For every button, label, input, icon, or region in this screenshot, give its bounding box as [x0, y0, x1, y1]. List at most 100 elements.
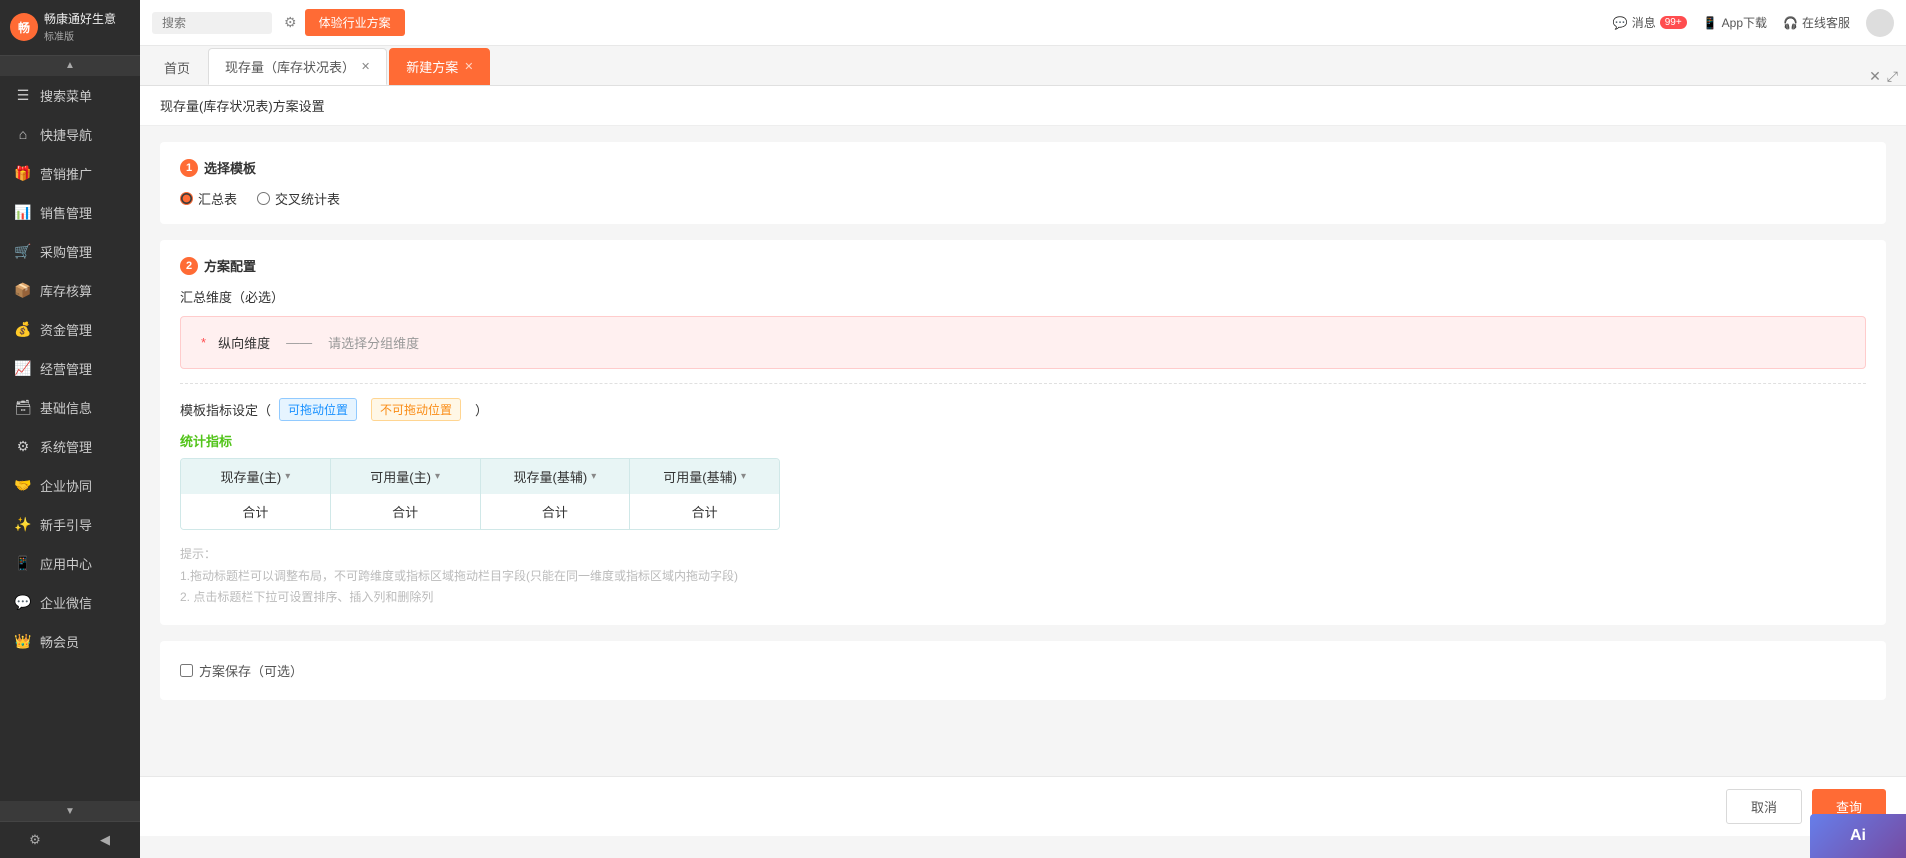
sidebar-item-label: 经营管理 — [40, 359, 92, 378]
sidebar-item-search-menu[interactable]: ☰ 搜索菜单 — [0, 76, 140, 115]
sidebar-item-label: 搜索菜单 — [40, 86, 92, 105]
database-icon: 🗃 — [14, 399, 32, 416]
sidebar-item-label: 畅会员 — [40, 632, 79, 651]
app-download-label: App下载 — [1722, 14, 1767, 31]
tip-2: 2. 点击标题栏下拉可设置排序、插入列和删除列 — [180, 587, 1866, 609]
tab-inventory-close[interactable]: ✕ — [361, 60, 370, 73]
sidebar-footer-collapse[interactable]: ◀ — [70, 822, 140, 858]
col2-chevron-icon: ▾ — [435, 471, 440, 482]
topbar: ⚙ 体验行业方案 💬 消息 99+ 📱 App下载 🎧 在线客服 — [140, 0, 1906, 46]
step2-section: 2 方案配置 汇总维度（必选） * 纵向维度 —— 请选择分组维度 — [160, 240, 1886, 625]
sidebar-item-basic[interactable]: 🗃 基础信息 — [0, 388, 140, 427]
stats-section: 统计指标 现存量(主) ▾ 可用量(主) ▾ — [180, 431, 1866, 530]
topbar-right: 💬 消息 99+ 📱 App下载 🎧 在线客服 — [1613, 9, 1894, 37]
message-icon: 💬 — [1613, 16, 1628, 30]
col4-chevron-icon: ▾ — [741, 471, 746, 482]
cart-icon: 🛒 — [14, 243, 32, 260]
search-menu-icon: ☰ — [14, 87, 32, 104]
user-avatar[interactable] — [1866, 9, 1894, 37]
customer-service-button[interactable]: 🎧 在线客服 — [1783, 14, 1850, 31]
dimension-dash: —— — [286, 335, 312, 350]
sidebar-item-system[interactable]: ⚙ 系统管理 — [0, 427, 140, 466]
col3-chevron-icon: ▾ — [591, 471, 596, 482]
indicator-settings: 模板指标设定（ 可拖动位置 不可拖动位置 ） 统计指标 现存量(主) ▾ — [180, 398, 1866, 530]
expand-window-icon[interactable]: ⤢ — [1887, 68, 1898, 85]
sidebar-item-label: 系统管理 — [40, 437, 92, 456]
tab-home-label: 首页 — [164, 58, 190, 77]
sidebar-scroll-up[interactable]: ▲ — [0, 56, 140, 76]
app-download-button[interactable]: 📱 App下载 — [1703, 14, 1767, 31]
tab-new-scheme-close[interactable]: ✕ — [464, 60, 473, 73]
messages-button[interactable]: 💬 消息 99+ — [1613, 14, 1687, 31]
bottom-actions: 取消 查询 — [140, 776, 1906, 836]
sidebar-item-inventory[interactable]: 📦 库存核算 — [0, 271, 140, 310]
ai-button-label: Ai — [1850, 827, 1866, 845]
save-checkbox[interactable] — [180, 664, 193, 677]
tab-inventory-status[interactable]: 现存量（库存状况表） ✕ — [208, 48, 387, 85]
sidebar-item-label: 基础信息 — [40, 398, 92, 417]
save-option-label[interactable]: 方案保存（可选） — [180, 651, 1866, 690]
operations-icon: 📈 — [14, 360, 32, 377]
stats-col4-label: 可用量(基辅) — [663, 467, 737, 486]
stats-col3-value: 合计 — [481, 494, 631, 529]
sidebar-item-quick-nav[interactable]: ⌂ 快捷导航 — [0, 115, 140, 154]
tab-home[interactable]: 首页 — [148, 50, 206, 85]
radio-summary[interactable]: 汇总表 — [180, 189, 237, 208]
sidebar-item-newbie[interactable]: ✨ 新手引导 — [0, 505, 140, 544]
logo-icon: 畅 — [10, 13, 38, 41]
logo-text-block: 畅康通好生意 标准版 — [44, 12, 116, 43]
sidebar-item-app-center[interactable]: 📱 应用中心 — [0, 544, 140, 583]
logo-app-name: 畅康通好生意 — [44, 12, 116, 28]
sidebar-item-label: 资金管理 — [40, 320, 92, 339]
sidebar-item-marketing[interactable]: 🎁 营销推广 — [0, 154, 140, 193]
sidebar-scroll-down[interactable]: ▼ — [0, 801, 140, 821]
stats-col2-label: 可用量(主) — [370, 467, 431, 486]
sidebar-item-finance[interactable]: 💰 资金管理 — [0, 310, 140, 349]
radio-cross-label: 交叉统计表 — [275, 189, 340, 208]
panel-header: 现存量(库存状况表)方案设置 — [140, 86, 1906, 126]
panel-body: 1 选择模板 汇总表 交叉统计表 2 — [140, 126, 1906, 776]
experience-button[interactable]: 体验行业方案 — [305, 9, 405, 36]
gear-icon[interactable]: ⚙ — [284, 14, 297, 31]
stats-col3-header[interactable]: 现存量(基辅) ▾ — [481, 459, 631, 494]
dimension-field-row: * 纵向维度 —— 请选择分组维度 — [201, 333, 1845, 352]
sidebar-item-operations[interactable]: 📈 经营管理 — [0, 349, 140, 388]
stats-header-row: 现存量(主) ▾ 可用量(主) ▾ 现存量(基辅) ▾ — [181, 459, 779, 494]
sidebar-item-sales[interactable]: 📊 销售管理 — [0, 193, 140, 232]
radio-summary-label: 汇总表 — [198, 189, 237, 208]
radio-cross-input[interactable] — [257, 192, 270, 205]
stats-col4-header[interactable]: 可用量(基辅) ▾ — [630, 459, 779, 494]
sidebar-item-vip[interactable]: 👑 畅会员 — [0, 622, 140, 661]
radio-summary-input[interactable] — [180, 192, 193, 205]
required-dimension-area: * 纵向维度 —— 请选择分组维度 — [180, 316, 1866, 369]
tips-title: 提示： — [180, 547, 216, 561]
tab-new-scheme[interactable]: 新建方案 ✕ — [389, 48, 490, 85]
step1-title: 1 选择模板 — [180, 158, 1866, 177]
sidebar: 畅 畅康通好生意 标准版 ▲ ☰ 搜索菜单 ⌂ 快捷导航 🎁 营销推广 📊 销售… — [0, 0, 140, 858]
tips-section: 提示： 1.拖动标题栏可以调整布局，不可跨维度或指标区域拖动栏目字段(只能在同一… — [180, 544, 1866, 609]
stats-col1-header[interactable]: 现存量(主) ▾ — [181, 459, 331, 494]
dimension-placeholder[interactable]: 请选择分组维度 — [328, 333, 419, 352]
sidebar-item-wechat[interactable]: 💬 企业微信 — [0, 583, 140, 622]
sidebar-footer-settings[interactable]: ⚙ — [0, 822, 70, 858]
sidebar-nav: ☰ 搜索菜单 ⌂ 快捷导航 🎁 营销推广 📊 销售管理 🛒 采购管理 📦 库存核… — [0, 76, 140, 801]
step1-section: 1 选择模板 汇总表 交叉统计表 — [160, 142, 1886, 224]
download-icon: 📱 — [1703, 16, 1718, 30]
search-input[interactable] — [152, 12, 272, 34]
stats-col2-header[interactable]: 可用量(主) ▾ — [331, 459, 481, 494]
cancel-button[interactable]: 取消 — [1726, 789, 1802, 824]
handshake-icon: 🤝 — [14, 477, 32, 494]
sidebar-item-label: 新手引导 — [40, 515, 92, 534]
sidebar-item-cooperation[interactable]: 🤝 企业协同 — [0, 466, 140, 505]
chart-icon: 📊 — [14, 204, 32, 221]
tab-new-scheme-label: 新建方案 — [406, 57, 458, 76]
sidebar-logo: 畅 畅康通好生意 标准版 — [0, 0, 140, 56]
step2-title: 2 方案配置 — [180, 256, 1866, 275]
radio-cross[interactable]: 交叉统计表 — [257, 189, 340, 208]
ai-button[interactable]: Ai — [1810, 814, 1906, 858]
stats-body-row: 合计 合计 合计 合计 — [181, 494, 779, 529]
close-window-icon[interactable]: ✕ — [1869, 68, 1881, 85]
sidebar-item-purchase[interactable]: 🛒 采购管理 — [0, 232, 140, 271]
chat-icon: 💬 — [14, 594, 32, 611]
save-option-section: 方案保存（可选） — [160, 641, 1886, 700]
